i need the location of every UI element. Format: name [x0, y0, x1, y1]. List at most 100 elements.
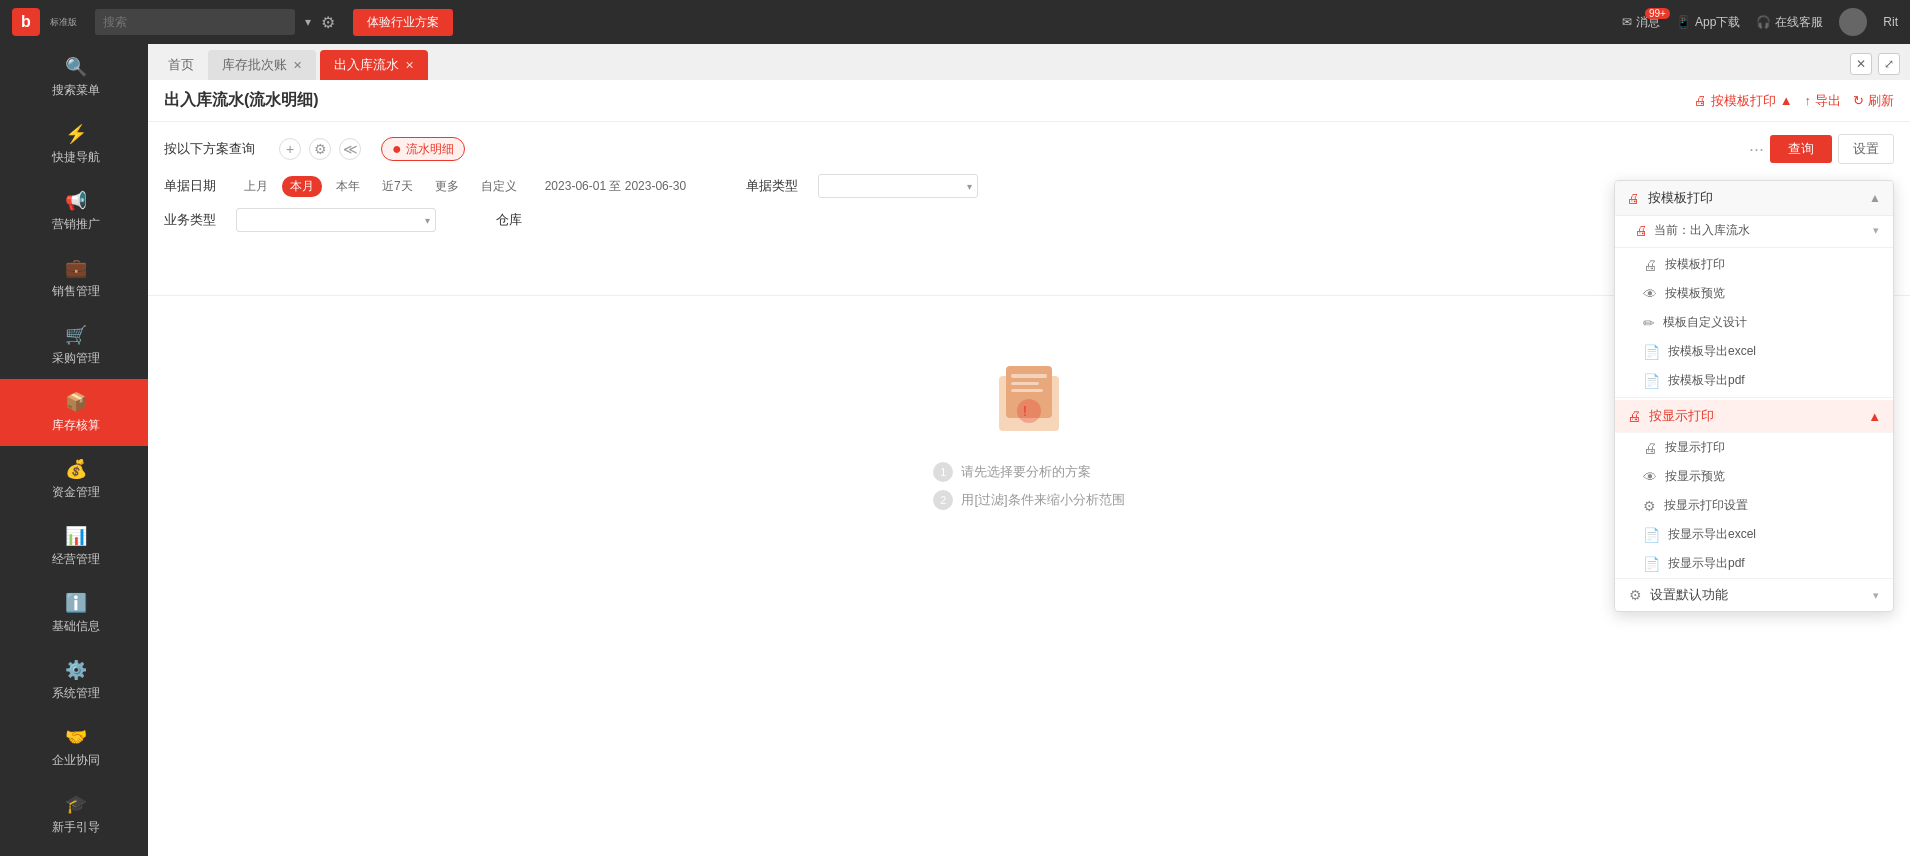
svg-rect-3: [1011, 382, 1039, 385]
tab-home[interactable]: 首页: [158, 50, 204, 80]
sidebar-item-operations[interactable]: 📊 经营管理: [0, 513, 148, 580]
tab-close-all-btn[interactable]: ✕: [1850, 53, 1872, 75]
doc-type-select[interactable]: [818, 174, 978, 198]
briefcase-icon: 💼: [65, 257, 87, 279]
app-download-btn[interactable]: 📱 App下载: [1676, 14, 1740, 31]
display-export-excel-item[interactable]: 📄 按显示导出excel: [1615, 520, 1893, 549]
current-printer-icon: 🖨: [1635, 223, 1648, 238]
sidebar-item-app-center[interactable]: 📱 应用中心: [0, 848, 148, 856]
avatar[interactable]: [1839, 8, 1867, 36]
date-option-last-7-days[interactable]: 近7天: [374, 176, 421, 197]
search-dropdown-icon[interactable]: ▾: [305, 15, 311, 29]
display-preview-icon: 👁: [1643, 469, 1657, 485]
display-print-settings-item[interactable]: ⚙ 按显示打印设置: [1615, 491, 1893, 520]
message-btn[interactable]: ✉ 消息 99+: [1622, 14, 1660, 31]
export-icon: ↑: [1805, 93, 1812, 108]
sidebar-item-system[interactable]: ⚙️ 系统管理: [0, 647, 148, 714]
chart-icon: 📊: [65, 525, 87, 547]
current-chevron-down-icon[interactable]: ▾: [1873, 224, 1879, 237]
display-export-pdf-item[interactable]: 📄 按显示导出pdf: [1615, 549, 1893, 578]
sidebar-item-inventory[interactable]: 📦 库存核算: [0, 379, 148, 446]
industry-btn[interactable]: 体验行业方案: [353, 9, 453, 36]
refresh-btn[interactable]: ↻ 刷新: [1853, 92, 1894, 110]
panel-chevron-up-icon[interactable]: ▲: [1869, 191, 1881, 205]
display-printer-icon: 🖨: [1627, 408, 1641, 424]
sidebar-item-label: 新手引导: [52, 819, 100, 836]
more-options-icon[interactable]: ···: [1749, 139, 1764, 160]
sidebar-item-cooperation[interactable]: 🤝 企业协同: [0, 714, 148, 781]
topbar: b 标准版 ▾ ⚙ 体验行业方案 ✉ 消息 99+ 📱 App下载 🎧 在线客服…: [0, 0, 1910, 44]
app-subtitle: 标准版: [50, 16, 77, 29]
empty-illustration: !: [984, 356, 1074, 446]
date-option-custom[interactable]: 自定义: [473, 176, 525, 197]
display-section-chevron-up-icon: ▲: [1868, 409, 1881, 424]
sidebar-item-marketing[interactable]: 📢 营销推广: [0, 178, 148, 245]
filter-settings-btn[interactable]: ⚙: [309, 138, 331, 160]
tab-close-inventory-flow[interactable]: ✕: [405, 59, 414, 72]
query-btn[interactable]: 查询: [1770, 135, 1832, 163]
filter-scheme-label: 按以下方案查询: [164, 140, 255, 158]
box-icon: 📦: [65, 391, 87, 413]
date-option-current-year[interactable]: 本年: [328, 176, 368, 197]
filter-flow-detail-tag[interactable]: ● 流水明细: [381, 137, 465, 161]
sidebar-item-purchase[interactable]: 🛒 采购管理: [0, 312, 148, 379]
page-header: 出入库流水(流水明细) 🖨 按模板打印 ▲ ↑ 导出 ↻ 刷新: [148, 80, 1910, 122]
online-service-btn[interactable]: 🎧 在线客服: [1756, 14, 1823, 31]
biz-type-select-wrapper: ▾: [236, 208, 436, 232]
grad-cap-icon: 🎓: [65, 793, 87, 815]
date-option-last-month[interactable]: 上月: [236, 176, 276, 197]
template-export-pdf-item[interactable]: 📄 按模板导出pdf: [1615, 366, 1893, 395]
divider-2: [1615, 397, 1893, 398]
tab-batch-account[interactable]: 库存批次账 ✕: [208, 50, 316, 80]
money-icon: 💰: [65, 458, 87, 480]
tab-bar: 首页 库存批次账 ✕ 出入库流水 ✕ ✕ ⤢: [148, 44, 1910, 80]
filter-collapse-btn[interactable]: ≪: [339, 138, 361, 160]
filter-add-btn[interactable]: +: [279, 138, 301, 160]
sidebar-item-label: 经营管理: [52, 551, 100, 568]
template-print-item[interactable]: 🖨 按模板打印: [1615, 250, 1893, 279]
filter-right-actions: ··· 查询 设置: [1749, 134, 1894, 164]
sidebar-item-quick-nav[interactable]: ⚡ 快捷导航: [0, 111, 148, 178]
display-preview-item[interactable]: 👁 按显示预览: [1615, 462, 1893, 491]
empty-step-1: 1 请先选择要分析的方案: [933, 462, 1124, 482]
print-panel: 🖨 按模板打印 ▲ 🖨 当前：出入库流水 ▾: [1614, 180, 1894, 612]
headset-icon: 🎧: [1756, 15, 1771, 29]
settings-icon[interactable]: ⚙: [321, 13, 335, 32]
print-template-btn[interactable]: 🖨 按模板打印 ▲: [1694, 92, 1793, 110]
sidebar-item-basic-info[interactable]: ℹ️ 基础信息: [0, 580, 148, 647]
biz-type-label: 业务类型: [164, 211, 216, 229]
search-input[interactable]: [95, 9, 295, 35]
template-print-icon: 🖨: [1643, 257, 1657, 273]
display-print-item[interactable]: 🖨 按显示打印: [1615, 433, 1893, 462]
doc-type-label: 单据类型: [746, 177, 798, 195]
topbar-right: ✉ 消息 99+ 📱 App下载 🎧 在线客服 Rit: [1622, 8, 1898, 36]
settings-btn[interactable]: 设置: [1838, 134, 1894, 164]
date-option-current-month[interactable]: 本月: [282, 176, 322, 197]
template-custom-item[interactable]: ✏ 模板自定义设计: [1615, 308, 1893, 337]
export-btn[interactable]: ↑ 导出: [1805, 92, 1842, 110]
tab-maximize-btn[interactable]: ⤢: [1878, 53, 1900, 75]
doc-type-select-wrapper: ▾: [818, 174, 978, 198]
sidebar-item-label: 资金管理: [52, 484, 100, 501]
sidebar-item-sales[interactable]: 💼 销售管理: [0, 245, 148, 312]
template-export-excel-item[interactable]: 📄 按模板导出excel: [1615, 337, 1893, 366]
tab-inventory-flow[interactable]: 出入库流水 ✕: [320, 50, 428, 80]
display-print-section-header[interactable]: 🖨 按显示打印 ▲: [1615, 400, 1893, 433]
sidebar-item-guide[interactable]: 🎓 新手引导: [0, 781, 148, 848]
sidebar-item-search-menu[interactable]: 🔍 搜索菜单: [0, 44, 148, 111]
display-excel-icon: 📄: [1643, 527, 1660, 543]
sidebar-item-label: 库存核算: [52, 417, 100, 434]
date-option-more[interactable]: 更多: [427, 176, 467, 197]
sidebar-item-finance[interactable]: 💰 资金管理: [0, 446, 148, 513]
biz-type-select[interactable]: [236, 208, 436, 232]
sidebar-item-label: 营销推广: [52, 216, 100, 233]
tab-close-batch-account[interactable]: ✕: [293, 59, 302, 72]
divider-1: [1615, 247, 1893, 248]
page-title: 出入库流水(流水明细): [164, 90, 319, 111]
date-range: 2023-06-01 至 2023-06-30: [545, 178, 686, 195]
svg-rect-2: [1011, 374, 1047, 378]
template-preview-icon: 👁: [1643, 286, 1657, 302]
set-default-item[interactable]: ⚙ 设置默认功能 ▾: [1615, 578, 1893, 611]
empty-steps: 1 请先选择要分析的方案 2 用[过滤]条件来缩小分析范围: [933, 462, 1124, 510]
template-preview-item[interactable]: 👁 按模板预览: [1615, 279, 1893, 308]
